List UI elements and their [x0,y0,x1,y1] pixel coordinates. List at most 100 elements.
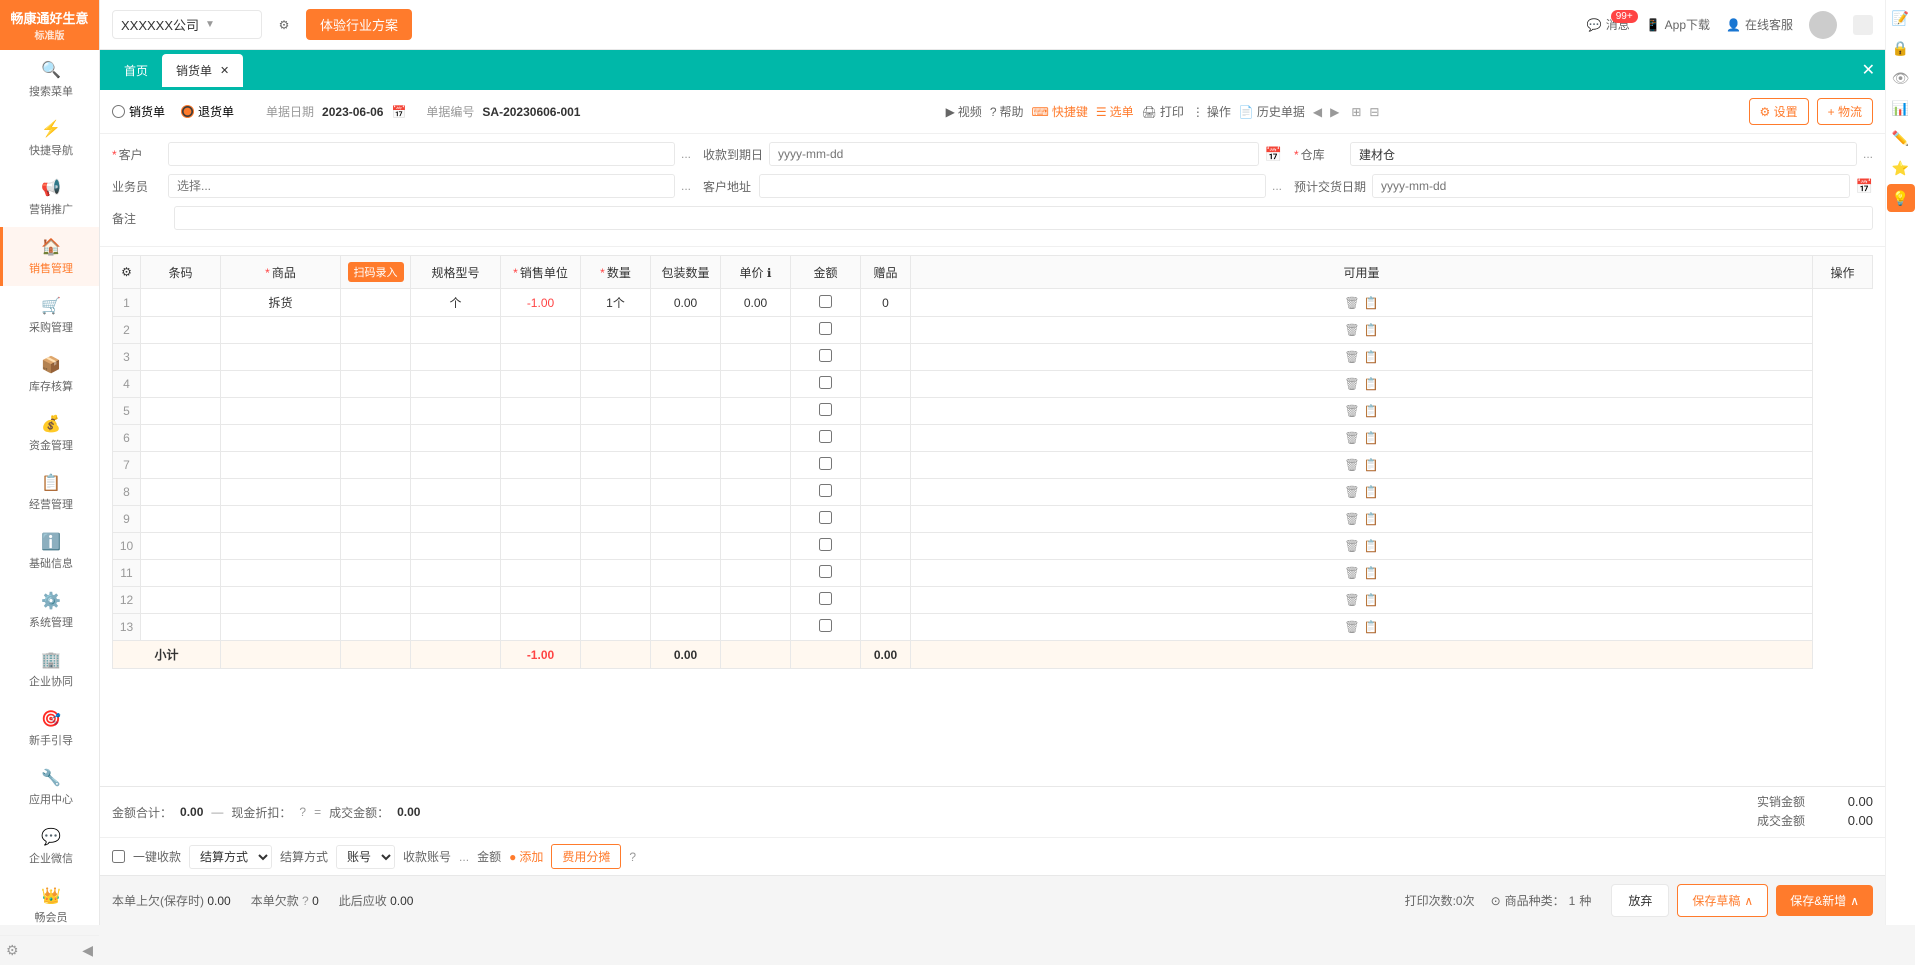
remark-input[interactable] [174,206,1873,230]
sidebar-item-vip[interactable]: 👑 畅会员 [0,876,99,935]
sidebar-item-system[interactable]: ⚙️ 系统管理 [0,581,99,640]
delete-icon[interactable]: 🗑 [1344,593,1359,607]
delete-icon[interactable]: 🗑 [1344,539,1359,553]
row-product[interactable]: 拆货 [221,289,341,317]
delete-icon[interactable]: 🗑 [1344,458,1359,472]
row-price[interactable]: 0.00 [651,289,721,317]
row-amount[interactable]: 0.00 [721,289,791,317]
rs-icon-3[interactable]: 👁 [1887,64,1915,92]
delete-icon[interactable]: 🗑 [1344,350,1359,364]
rs-icon-7[interactable]: 💡 [1887,184,1915,212]
row-pkg-qty[interactable]: 1个 [581,289,651,317]
customer-input[interactable] [168,142,675,166]
rs-icon-4[interactable]: 📊 [1887,94,1915,122]
save-new-button[interactable]: 保存&新增 ∧ [1776,885,1873,916]
rs-icon-1[interactable]: 📝 [1887,4,1915,32]
header-settings-icon[interactable]: ⚙ [270,11,298,39]
sidebar-item-collab[interactable]: 🏢 企业协同 [0,640,99,699]
tab-close-icon[interactable]: ✕ [220,64,229,77]
warehouse-more-icon[interactable]: ... [1863,147,1873,161]
delete-icon[interactable]: 🗑 [1344,431,1359,445]
sidebar-item-finance[interactable]: 💰 资金管理 [0,404,99,463]
delete-icon[interactable]: 🗑 [1344,620,1359,634]
delete-icon[interactable]: 🗑 [1344,323,1359,337]
collapse-icon[interactable]: ◀ [82,942,93,959]
discard-button[interactable]: 放弃 [1611,884,1669,917]
col-settings[interactable]: ⚙ [113,256,141,289]
online-service-group[interactable]: 👤 在线客服 [1726,16,1793,33]
select-btn[interactable]: ☰ 选单 [1096,103,1134,120]
trial-button[interactable]: 体验行业方案 [306,9,412,40]
one-click-checkbox[interactable] [112,850,125,863]
row-quantity[interactable]: -1.00 [501,289,581,317]
arrears-help-icon[interactable]: ? [302,894,309,908]
sidebar-item-search[interactable]: 🔍 搜索菜单 [0,50,99,109]
rs-icon-5[interactable]: ✏️ [1887,124,1915,152]
row-unit[interactable]: 个 [411,289,501,317]
row-spec[interactable] [341,289,411,317]
radio-return-order[interactable]: 退货单 [181,103,234,120]
copy-icon[interactable]: 📋 [1364,377,1379,391]
customer-addr-more-icon[interactable]: ... [1272,179,1282,193]
copy-icon[interactable]: 📋 [1364,512,1379,526]
calendar-icon[interactable]: 📅 [391,105,406,119]
copy-icon[interactable]: 📋 [1364,431,1379,445]
rs-icon-6[interactable]: ⭐ [1887,154,1915,182]
delivery-date-input[interactable] [1372,174,1850,198]
delete-icon[interactable]: 🗑 [1344,512,1359,526]
salesperson-input[interactable] [168,174,675,198]
print-btn[interactable]: 🖨 打印 [1142,103,1184,120]
grid-view-icon[interactable]: ⊞ [1351,105,1361,119]
app-download-group[interactable]: 📱 App下载 [1646,16,1710,33]
due-date-input[interactable] [769,142,1259,166]
add-payment-button[interactable]: ● 添加 [509,848,543,865]
tab-sales-order[interactable]: 销货单 ✕ [162,54,243,87]
logistics-button[interactable]: + 物流 [1817,98,1873,125]
copy-icon[interactable]: 📋 [1364,485,1379,499]
discount-help-icon[interactable]: ? [299,805,306,819]
sidebar-item-wechat[interactable]: 💬 企业微信 [0,817,99,876]
tab-home[interactable]: 首页 [110,54,162,87]
account-select[interactable]: 账号 [336,845,395,869]
company-selector[interactable]: XXXXXX公司 ▼ [112,10,262,39]
delete-icon[interactable]: 🗑 [1344,377,1359,391]
copy-icon[interactable]: 📋 [1364,593,1379,607]
operate-btn[interactable]: ⋮ 操作 [1192,103,1231,120]
copy-icon[interactable]: 📋 [1364,458,1379,472]
delete-icon[interactable]: 🗑 [1344,485,1359,499]
scan-button[interactable]: 扫码录入 [348,262,404,282]
copy-icon[interactable]: 📋 [1364,620,1379,634]
video-btn[interactable]: ▶ 视频 [946,103,982,120]
tab-close-all[interactable]: ✕ [1862,60,1875,80]
delivery-date-calendar-icon[interactable]: 📅 [1856,178,1873,195]
salesperson-more-icon[interactable]: ... [681,179,691,193]
delete-icon[interactable]: 🗑 [1344,296,1359,310]
row-barcode[interactable] [141,289,221,317]
payment-help-icon[interactable]: ? [629,850,636,864]
rs-icon-2[interactable]: 🔒 [1887,34,1915,62]
sidebar-item-basic[interactable]: ℹ️ 基础信息 [0,522,99,581]
sidebar-item-quicknav[interactable]: ⚡ 快捷导航 [0,109,99,168]
settings-bottom-icon[interactable]: ⚙ [6,942,19,959]
help-btn[interactable]: ? 帮助 [990,103,1024,120]
sidebar-item-management[interactable]: 📋 经营管理 [0,463,99,522]
radio-sales-order[interactable]: 销货单 [112,103,165,120]
warehouse-input[interactable] [1350,142,1857,166]
sidebar-item-apps[interactable]: 🔧 应用中心 [0,758,99,817]
row-gift[interactable] [791,289,861,317]
copy-icon[interactable]: 📋 [1364,566,1379,580]
sidebar-item-marketing[interactable]: 📢 营销推广 [0,168,99,227]
customer-more-icon[interactable]: ... [681,147,691,161]
copy-icon[interactable]: 📋 [1364,296,1379,310]
due-date-calendar-icon[interactable]: 📅 [1265,146,1282,163]
customer-addr-input[interactable] [759,174,1266,198]
copy-icon[interactable]: 📋 [1364,323,1379,337]
list-view-icon[interactable]: ⊟ [1369,105,1379,119]
sidebar-item-sales[interactable]: 🏠 销售管理 [0,227,99,286]
nav-next-icon[interactable]: ▶ [1330,105,1339,119]
form-settings-button[interactable]: ⚙ 设置 [1749,98,1809,125]
copy-icon[interactable]: 📋 [1364,539,1379,553]
history-btn[interactable]: 📄 历史单据 [1239,103,1305,120]
sidebar-item-inventory[interactable]: 📦 库存核算 [0,345,99,404]
nav-prev-icon[interactable]: ◀ [1313,105,1322,119]
